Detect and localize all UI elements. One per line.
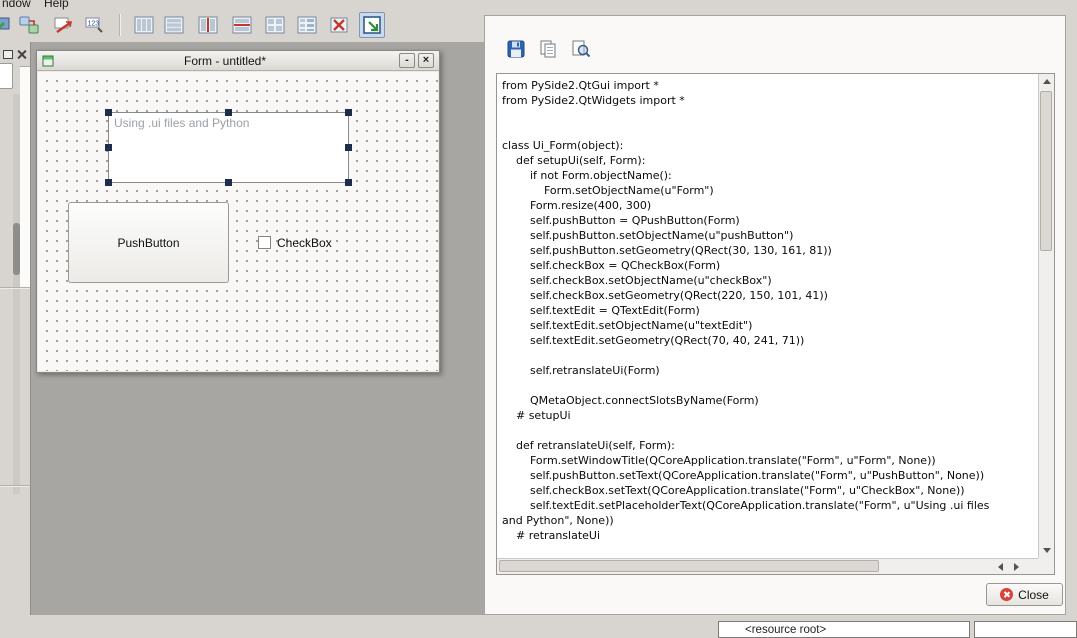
scroll-right-icon[interactable] [1009,559,1024,574]
code-view-dialog: from PySide2.QtGui import * from PySide2… [484,15,1066,615]
menu-help[interactable]: Help [44,0,69,10]
dock-scrollbar-track[interactable] [13,94,20,494]
resource-root-item[interactable]: <resource root> [718,621,970,638]
code-view[interactable]: from PySide2.QtGui import * from PySide2… [496,73,1055,575]
qt-designer-screen: ndow Help 123 [0,0,1077,638]
dock-close-icon[interactable] [15,48,28,61]
scrollbar-corner [1038,558,1054,574]
checkbox-indicator[interactable] [258,236,271,249]
minimize-button[interactable]: - [399,53,415,68]
horizontal-scrollbar-thumb[interactable] [499,560,879,572]
scroll-down-icon[interactable] [1039,543,1054,558]
resize-handle[interactable] [105,179,112,186]
resize-handle[interactable] [345,109,352,116]
adjust-size-icon[interactable] [359,12,385,38]
form-window-icon [42,55,54,67]
form-canvas[interactable]: Using .ui files and Python PushButton Ch… [38,72,438,371]
pushbutton-widget[interactable]: PushButton [68,202,229,283]
checkbox-widget[interactable]: CheckBox [258,222,359,263]
dock-float-icon[interactable] [1,48,14,61]
form-designer-window: Form - untitled* - × Using .ui files and… [36,50,440,373]
edit-widgets-icon[interactable] [0,12,15,38]
close-window-button[interactable]: × [418,53,434,68]
widget-list-fragment [20,66,30,288]
form-window-title: Form - untitled* [54,54,396,68]
vertical-scrollbar[interactable] [1038,74,1054,558]
resize-handle[interactable] [345,179,352,186]
resize-handle[interactable] [105,109,112,116]
scroll-left-icon[interactable] [993,559,1008,574]
close-dialog-button[interactable]: Close [986,583,1063,606]
resize-handle[interactable] [225,109,232,116]
layout-horizontal-icon[interactable] [131,12,157,38]
break-layout-icon[interactable] [326,12,352,38]
python-code[interactable]: from PySide2.QtGui import * from PySide2… [502,78,1036,556]
mdi-area: Form - untitled* - × Using .ui files and… [30,42,484,615]
layout-form-icon[interactable] [294,12,320,38]
layout-grid-icon[interactable] [262,12,288,38]
resource-panel-fragment[interactable] [974,621,1077,638]
edit-signals-slots-icon[interactable] [16,12,42,38]
resize-handle[interactable] [225,179,232,186]
layout-vertical-icon[interactable] [161,12,187,38]
find-icon[interactable] [570,38,594,62]
form-window-titlebar[interactable]: Form - untitled* - × [37,51,439,71]
edit-tab-order-icon[interactable]: 123 [82,12,108,38]
scroll-up-icon[interactable] [1039,74,1054,89]
dock-divider [0,485,30,487]
resource-root-label: <resource root> [745,624,826,636]
toolbar-separator [119,14,121,36]
resize-handle[interactable] [105,144,112,151]
main-toolbar: 123 [0,10,484,42]
layout-vertical-splitter-icon[interactable] [229,12,255,38]
dock-divider [0,287,30,289]
menu-window[interactable]: ndow [2,0,31,10]
textedit-placeholder: Using .ui files and Python [114,116,249,130]
checkbox-label: CheckBox [277,236,332,250]
textedit-widget[interactable]: Using .ui files and Python [108,112,349,183]
layout-horizontal-splitter-icon[interactable] [195,12,221,38]
pushbutton-label: PushButton [117,236,179,250]
dock-scrollbar-thumb[interactable] [13,223,20,275]
edit-buddies-icon[interactable] [50,12,76,38]
svg-text:123: 123 [88,21,100,28]
horizontal-scrollbar[interactable] [497,558,1038,574]
widget-box-dock-fragment [0,42,30,638]
close-button-label: Close [1018,588,1049,602]
widget-filter-box-fragment[interactable] [0,63,13,89]
copy-icon[interactable] [537,38,561,62]
save-icon[interactable] [505,38,529,62]
vertical-scrollbar-thumb[interactable] [1040,91,1052,251]
close-circle-icon [1000,588,1013,601]
resize-handle[interactable] [345,144,352,151]
